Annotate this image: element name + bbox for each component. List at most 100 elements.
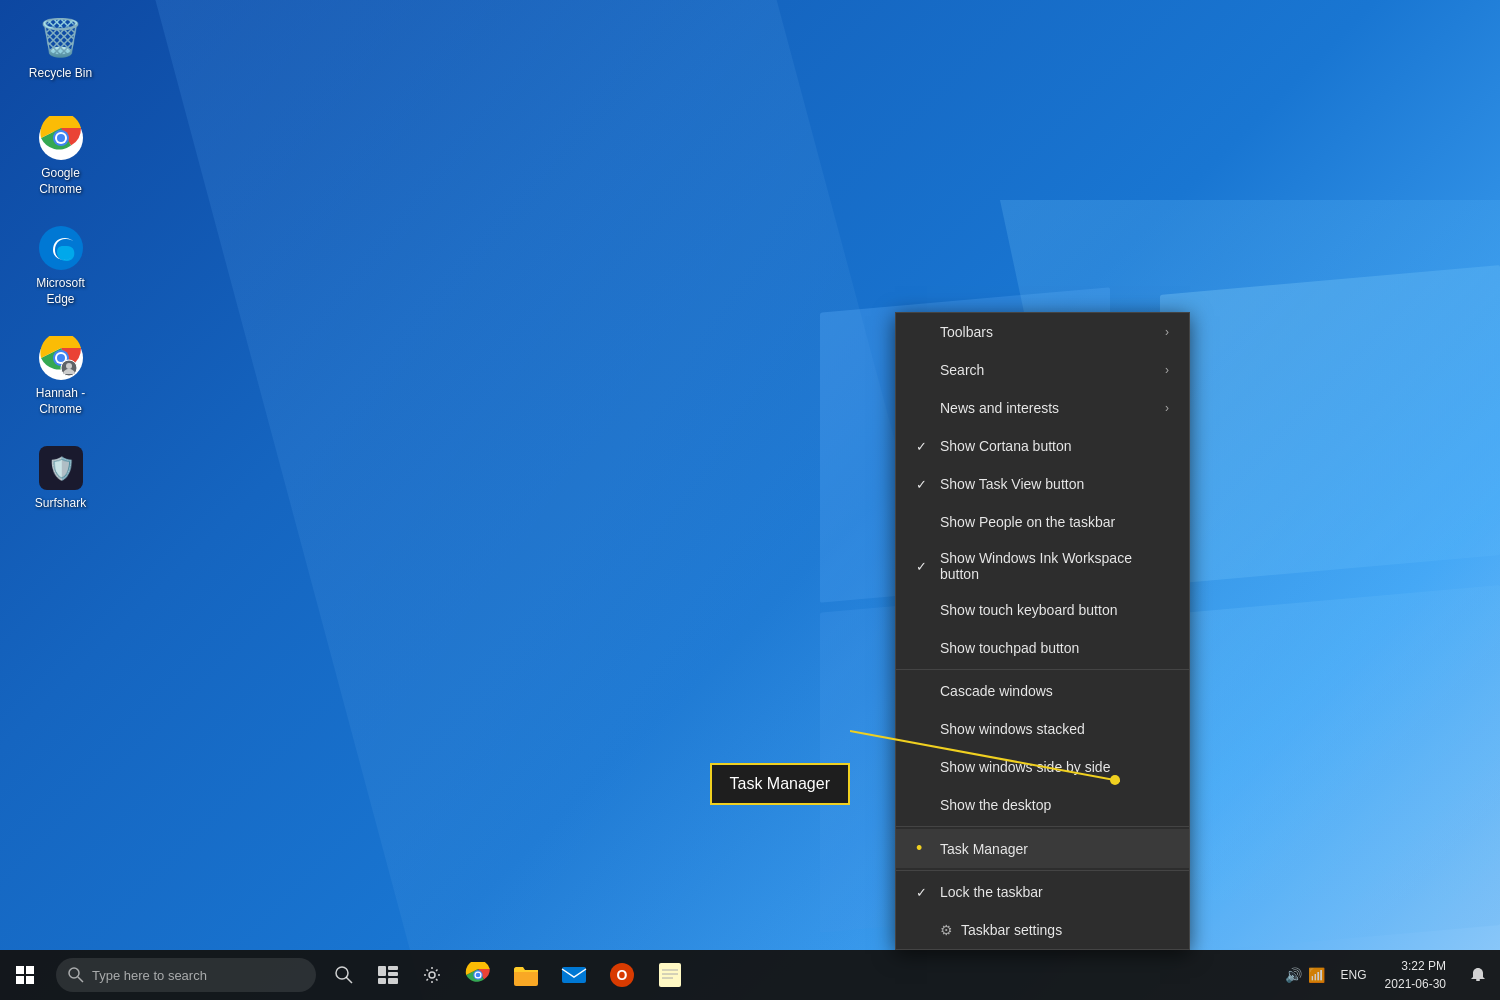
svg-rect-19: [26, 976, 34, 984]
menu-item-show-desktop[interactable]: Show the desktop: [896, 786, 1189, 824]
svg-rect-27: [378, 978, 386, 984]
menu-item-task-manager[interactable]: • Task Manager: [896, 829, 1189, 868]
hannah-chrome-label: Hannah - Chrome: [22, 386, 99, 417]
taskbar-search-box[interactable]: Type here to search: [56, 958, 316, 992]
menu-item-label-cascade-windows: Cascade windows: [940, 683, 1169, 699]
menu-item-taskbar-settings[interactable]: ⚙ Taskbar settings: [896, 911, 1189, 949]
menu-item-label-show-task-view: Show Task View button: [940, 476, 1169, 492]
check-mark-task-manager: •: [916, 838, 934, 859]
svg-point-4: [57, 134, 65, 142]
menu-item-label-show-touch-keyboard: Show touch keyboard button: [940, 602, 1169, 618]
task-view-button[interactable]: [366, 950, 410, 1000]
svg-point-11: [66, 363, 72, 369]
taskbar: Type here to search: [0, 950, 1500, 1000]
recycle-bin-label: Recycle Bin: [29, 66, 92, 82]
taskbar-mail[interactable]: [550, 950, 598, 1000]
check-mark-show-cortana: ✓: [916, 439, 934, 454]
menu-item-label-search: Search: [940, 362, 1157, 378]
recycle-bin-icon: 🗑️: [37, 14, 85, 62]
taskbar-chrome[interactable]: [454, 950, 502, 1000]
clock[interactable]: 3:22 PM 2021-06-30: [1375, 950, 1456, 1000]
desktop-icon-microsoft-edge[interactable]: Microsoft Edge: [18, 220, 103, 311]
menu-separator-show-touchpad: [896, 669, 1189, 670]
menu-item-label-show-desktop: Show the desktop: [940, 797, 1169, 813]
search-placeholder: Type here to search: [92, 968, 207, 983]
menu-separator-show-desktop: [896, 826, 1189, 827]
check-mark-show-ink: ✓: [916, 559, 934, 574]
notification-button[interactable]: [1456, 950, 1500, 1000]
submenu-arrow-news-interests: ›: [1165, 401, 1169, 415]
network-icon: 📶: [1308, 967, 1325, 983]
svg-point-15: [1110, 775, 1120, 785]
system-tray[interactable]: 🔊 📶: [1277, 950, 1333, 1000]
submenu-arrow-toolbars: ›: [1165, 325, 1169, 339]
svg-rect-37: [659, 963, 681, 987]
desktop: 🗑️ Recycle Bin Google Chrome: [0, 0, 1500, 1000]
menu-item-label-show-touchpad: Show touchpad button: [940, 640, 1169, 656]
svg-point-32: [476, 973, 481, 978]
clock-date: 2021-06-30: [1385, 975, 1446, 993]
svg-rect-41: [1476, 979, 1480, 981]
hannah-chrome-icon: [37, 334, 85, 382]
menu-item-show-ink[interactable]: ✓ Show Windows Ink Workspace button: [896, 541, 1189, 591]
menu-item-show-cortana[interactable]: ✓ Show Cortana button: [896, 427, 1189, 465]
check-mark-show-task-view: ✓: [916, 477, 934, 492]
svg-rect-33: [514, 970, 538, 986]
menu-item-label-show-people: Show People on the taskbar: [940, 514, 1169, 530]
taskbar-notes[interactable]: [646, 950, 694, 1000]
svg-rect-24: [378, 966, 386, 976]
menu-item-label-show-ink: Show Windows Ink Workspace button: [940, 550, 1169, 582]
desktop-icon-google-chrome[interactable]: Google Chrome: [18, 110, 103, 201]
menu-item-label-news-interests: News and interests: [940, 400, 1157, 416]
menu-item-label-task-manager: Task Manager: [940, 841, 1169, 857]
menu-item-show-touch-keyboard[interactable]: Show touch keyboard button: [896, 591, 1189, 629]
svg-line-14: [850, 731, 1120, 781]
svg-rect-17: [26, 966, 34, 974]
menu-item-label-lock-taskbar: Lock the taskbar: [940, 884, 1169, 900]
svg-rect-18: [16, 976, 24, 984]
menu-item-label-taskbar-settings: Taskbar settings: [961, 922, 1169, 938]
taskbar-right: 🔊 📶 ENG 3:22 PM 2021-06-30: [1277, 950, 1500, 1000]
svg-point-20: [69, 968, 79, 978]
menu-item-label-toolbars: Toolbars: [940, 324, 1157, 340]
menu-item-toolbars[interactable]: Toolbars ›: [896, 313, 1189, 351]
submenu-arrow-search: ›: [1165, 363, 1169, 377]
menu-item-show-people[interactable]: Show People on the taskbar: [896, 503, 1189, 541]
menu-item-show-touchpad[interactable]: Show touchpad button: [896, 629, 1189, 667]
desktop-icon-recycle-bin[interactable]: 🗑️ Recycle Bin: [18, 10, 103, 86]
surfshark-label: Surfshark: [35, 496, 86, 512]
svg-rect-28: [388, 978, 398, 984]
svg-point-29: [429, 972, 435, 978]
svg-rect-16: [16, 966, 24, 974]
menu-item-search[interactable]: Search ›: [896, 351, 1189, 389]
menu-item-lock-taskbar[interactable]: ✓ Lock the taskbar: [896, 873, 1189, 911]
check-mark-lock-taskbar: ✓: [916, 885, 934, 900]
desktop-icon-surfshark[interactable]: 🛡️ Surfshark: [18, 440, 103, 516]
svg-point-9: [57, 354, 65, 362]
search-button[interactable]: [322, 950, 366, 1000]
menu-item-news-interests[interactable]: News and interests ›: [896, 389, 1189, 427]
menu-separator-task-manager: [896, 870, 1189, 871]
google-chrome-icon: [37, 114, 85, 162]
volume-icon: 🔊: [1285, 967, 1302, 983]
gear-icon-taskbar-settings: ⚙: [940, 922, 953, 938]
svg-line-21: [78, 977, 83, 982]
microsoft-edge-label: Microsoft Edge: [22, 276, 99, 307]
language-indicator[interactable]: ENG: [1333, 950, 1375, 1000]
menu-item-cascade-windows[interactable]: Cascade windows: [896, 672, 1189, 710]
taskbar-file-explorer[interactable]: [502, 950, 550, 1000]
desktop-icon-hannah-chrome[interactable]: Hannah - Chrome: [18, 330, 103, 421]
tooltip-arrow: [850, 726, 1120, 786]
svg-text:🛡️: 🛡️: [47, 455, 75, 482]
google-chrome-label: Google Chrome: [22, 166, 99, 197]
surfshark-icon: 🛡️: [37, 444, 85, 492]
svg-rect-25: [388, 966, 398, 970]
svg-rect-34: [562, 967, 586, 983]
menu-item-label-show-cortana: Show Cortana button: [940, 438, 1169, 454]
svg-line-23: [346, 977, 352, 983]
taskbar-office[interactable]: O: [598, 950, 646, 1000]
menu-item-show-task-view[interactable]: ✓ Show Task View button: [896, 465, 1189, 503]
settings-button[interactable]: [410, 950, 454, 1000]
svg-text:O: O: [617, 967, 628, 983]
start-button[interactable]: [0, 950, 50, 1000]
